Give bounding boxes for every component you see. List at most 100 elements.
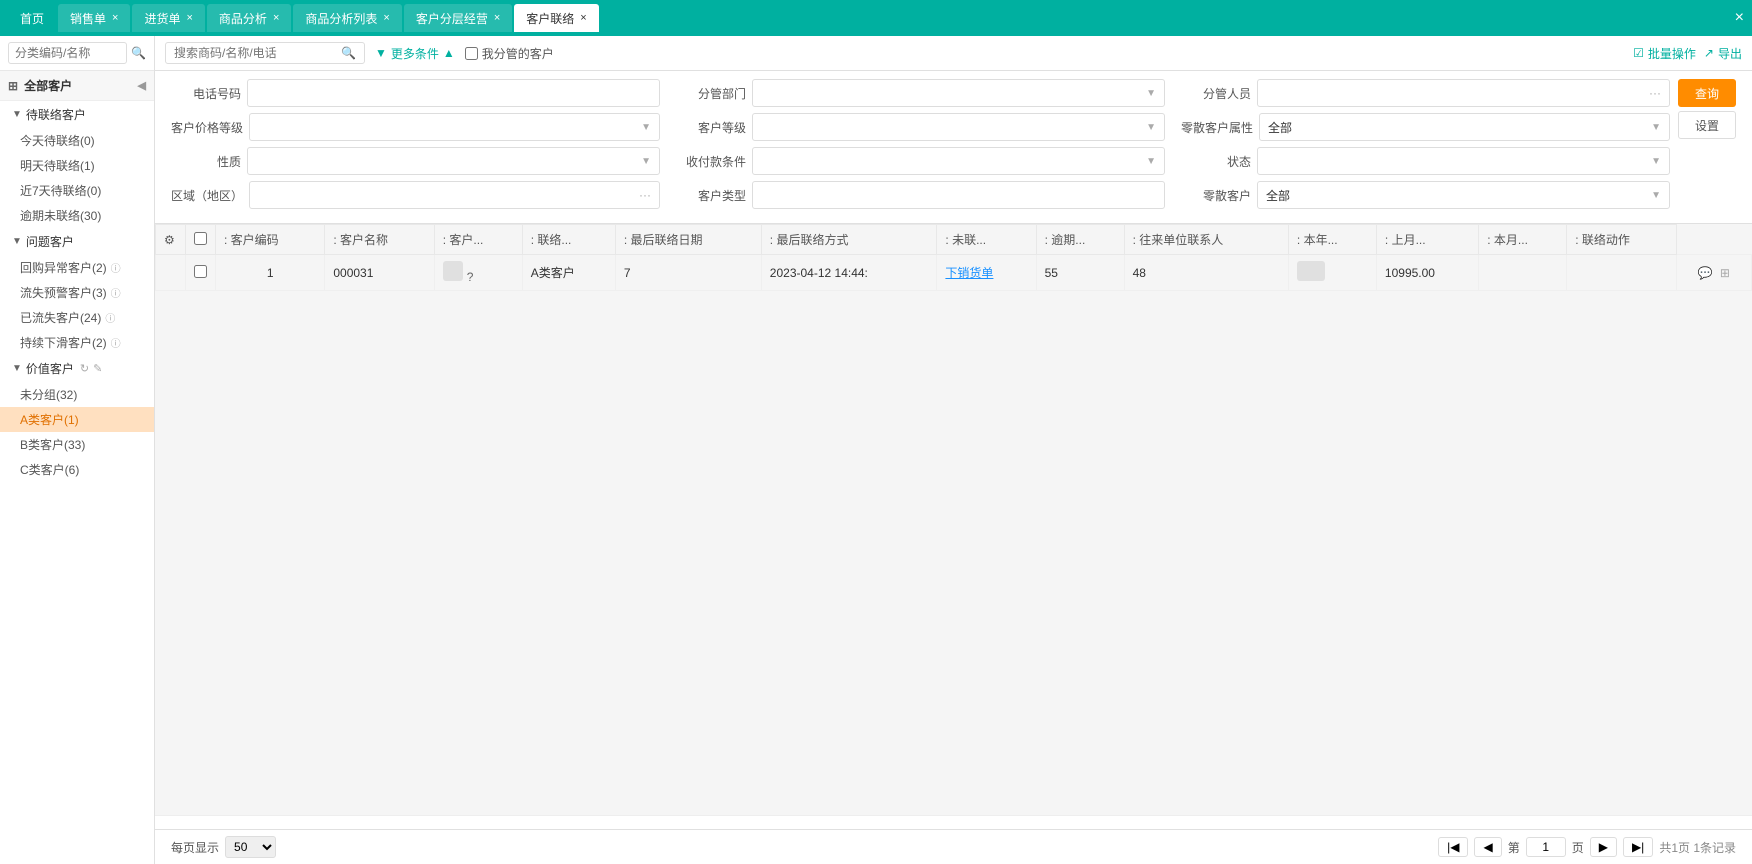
- setting-button[interactable]: 设置: [1678, 111, 1736, 139]
- my-customers-checkbox-area[interactable]: 我分管的客户: [465, 45, 554, 62]
- person-input[interactable]: ···: [1257, 79, 1670, 107]
- price-level-field: 客户价格等级 ▼: [171, 113, 660, 141]
- customer-type-field: 客户类型: [676, 181, 1165, 209]
- tab-customer-contact[interactable]: 客户联络 ×: [514, 4, 598, 32]
- tab-product-analysis-label: 商品分析: [219, 10, 267, 27]
- chat-icon[interactable]: 💬: [1698, 266, 1713, 280]
- select-all-checkbox[interactable]: [194, 232, 207, 245]
- sidebar-search-icon[interactable]: 🔍: [131, 46, 146, 60]
- export-btn[interactable]: ↗ 导出: [1704, 45, 1742, 62]
- tab-product-analysis-close[interactable]: ×: [273, 12, 279, 24]
- sidebar-item-overdue[interactable]: 逾期未联络(30): [0, 203, 154, 228]
- info-icon-3: ⓘ: [105, 310, 115, 325]
- export-label: 导出: [1718, 45, 1742, 62]
- problem-customers-group[interactable]: ▼ 问题客户: [0, 228, 154, 255]
- info-icon-4: ⓘ: [111, 335, 121, 350]
- row-name[interactable]: ?: [434, 255, 522, 291]
- overdue-label: 逾期未联络(30): [20, 207, 101, 224]
- sidebar-item-7days[interactable]: 近7天待联络(0): [0, 178, 154, 203]
- payment-label: 收付款条件: [676, 153, 746, 170]
- next-page-btn[interactable]: ▶: [1590, 837, 1617, 857]
- table-scroll-wrapper[interactable]: ⚙ : 客户编码 : 客户名称 : 客户... : 联络... : 最后联络日期…: [155, 224, 1752, 815]
- tab-product-analysis[interactable]: 商品分析 ×: [207, 4, 291, 32]
- tab-sales-close[interactable]: ×: [112, 12, 118, 24]
- c-class-label: C类客户(6): [20, 461, 79, 478]
- my-customers-checkbox[interactable]: [465, 47, 478, 60]
- first-page-btn[interactable]: |◀: [1438, 837, 1468, 857]
- tab-purchase-close[interactable]: ×: [186, 12, 192, 24]
- region-input[interactable]: ···: [249, 181, 660, 209]
- churned-label: 已流失客户(24): [20, 309, 101, 326]
- pending-contact-group[interactable]: ▼ 待联络客户: [0, 101, 154, 128]
- sidebar-item-churned[interactable]: 已流失客户(24) ⓘ: [0, 305, 154, 330]
- row-checkbox[interactable]: [194, 265, 207, 278]
- tomorrow-label: 明天待联络(1): [20, 157, 95, 174]
- nature-field: 性质 ▼: [171, 147, 660, 175]
- value-customers-group[interactable]: ▼ 价值客户 ↻ ✎: [0, 355, 154, 382]
- sidebar-item-a-class[interactable]: A类客户(1): [0, 407, 154, 432]
- horizontal-scroll[interactable]: [155, 815, 1752, 829]
- retail-customer-input[interactable]: 全部 ▼: [1257, 181, 1670, 209]
- value-triangle: ▼: [12, 363, 22, 374]
- status-input[interactable]: ▼: [1257, 147, 1670, 175]
- unclassified-label: 未分组(32): [20, 386, 77, 403]
- search-box[interactable]: 🔍: [165, 42, 365, 64]
- dept-input[interactable]: ▼: [752, 79, 1165, 107]
- tab-product-analysis-list[interactable]: 商品分析列表 ×: [293, 4, 401, 32]
- phone-input[interactable]: [247, 79, 660, 107]
- close-all-tabs[interactable]: ×: [1735, 9, 1744, 27]
- last-date-col-header: : 最后联络日期: [615, 225, 761, 255]
- search-icon[interactable]: 🔍: [341, 46, 356, 60]
- sidebar-all-customers[interactable]: ⊞ 全部客户 ◀: [0, 71, 154, 101]
- row-actions[interactable]: 💬 ⊞: [1676, 255, 1751, 291]
- sidebar-item-tomorrow[interactable]: 明天待联络(1): [0, 153, 154, 178]
- price-level-dropdown-icon: ▼: [641, 122, 651, 133]
- nature-input[interactable]: ▼: [247, 147, 660, 175]
- action-buttons: ☑ 批量操作 ↗ 导出: [1633, 45, 1742, 62]
- sidebar-item-repurchase-abnormal[interactable]: 回购异常客户(2) ⓘ: [0, 255, 154, 280]
- retail-attr-input[interactable]: 全部 ▼: [1259, 113, 1670, 141]
- sidebar-item-churn-warning[interactable]: 流失预警客户(3) ⓘ: [0, 280, 154, 305]
- tab-product-analysis-list-close[interactable]: ×: [383, 12, 389, 24]
- payment-field: 收付款条件 ▼: [676, 147, 1165, 175]
- checkbox-col-header[interactable]: [186, 225, 216, 255]
- region-more-icon: ···: [639, 188, 651, 202]
- row-last-month: [1479, 255, 1567, 291]
- contact-num-col-header: : 联络...: [522, 225, 615, 255]
- region-label: 区域（地区）: [171, 187, 243, 204]
- payment-input[interactable]: ▼: [752, 147, 1165, 175]
- customer-type-input[interactable]: [752, 181, 1165, 209]
- sidebar-item-declining[interactable]: 持续下滑客户(2) ⓘ: [0, 330, 154, 355]
- batch-operations-btn[interactable]: ☑ 批量操作: [1633, 45, 1696, 62]
- refresh-icon[interactable]: ↻: [80, 362, 89, 375]
- qr-icon[interactable]: ⊞: [1720, 266, 1730, 280]
- more-filters-btn[interactable]: ▼ 更多条件 ▲: [375, 45, 455, 62]
- tab-purchase[interactable]: 进货单 ×: [132, 4, 204, 32]
- page-size-area: 每页显示 50 100: [171, 836, 276, 858]
- sidebar-item-c-class[interactable]: C类客户(6): [0, 457, 154, 482]
- price-level-input[interactable]: ▼: [249, 113, 660, 141]
- query-button[interactable]: 查询: [1678, 79, 1736, 107]
- last-month-col-header: : 上月...: [1376, 225, 1478, 255]
- row-last-method[interactable]: 下销货单: [937, 255, 1036, 291]
- tab-customer-contact-close[interactable]: ×: [580, 12, 586, 24]
- prev-page-btn[interactable]: ◀: [1474, 837, 1501, 857]
- tab-purchase-label: 进货单: [144, 10, 180, 27]
- sidebar-search-input[interactable]: [8, 42, 127, 64]
- tab-sales[interactable]: 销售单 ×: [58, 4, 130, 32]
- sidebar-item-today[interactable]: 今天待联络(0): [0, 128, 154, 153]
- edit-icon[interactable]: ✎: [93, 362, 102, 375]
- sidebar-item-b-class[interactable]: B类客户(33): [0, 432, 154, 457]
- page-input[interactable]: [1526, 837, 1566, 857]
- tab-customer-tier-close[interactable]: ×: [494, 12, 500, 24]
- last-page-btn[interactable]: ▶|: [1623, 837, 1653, 857]
- tab-home[interactable]: 首页: [8, 4, 56, 32]
- search-input[interactable]: [174, 46, 341, 60]
- customer-level-input[interactable]: ▼: [752, 113, 1165, 141]
- sidebar: 🔍 ⊞ 全部客户 ◀ ▼ 待联络客户 今天待联络(0) 明天待联络(1) 近7天…: [0, 36, 155, 864]
- sidebar-item-unclassified[interactable]: 未分组(32): [0, 382, 154, 407]
- gear-col-header[interactable]: ⚙: [156, 225, 186, 255]
- row-checkbox-cell[interactable]: [186, 255, 216, 291]
- page-size-select[interactable]: 50 100: [225, 836, 276, 858]
- tab-customer-tier[interactable]: 客户分层经营 ×: [404, 4, 512, 32]
